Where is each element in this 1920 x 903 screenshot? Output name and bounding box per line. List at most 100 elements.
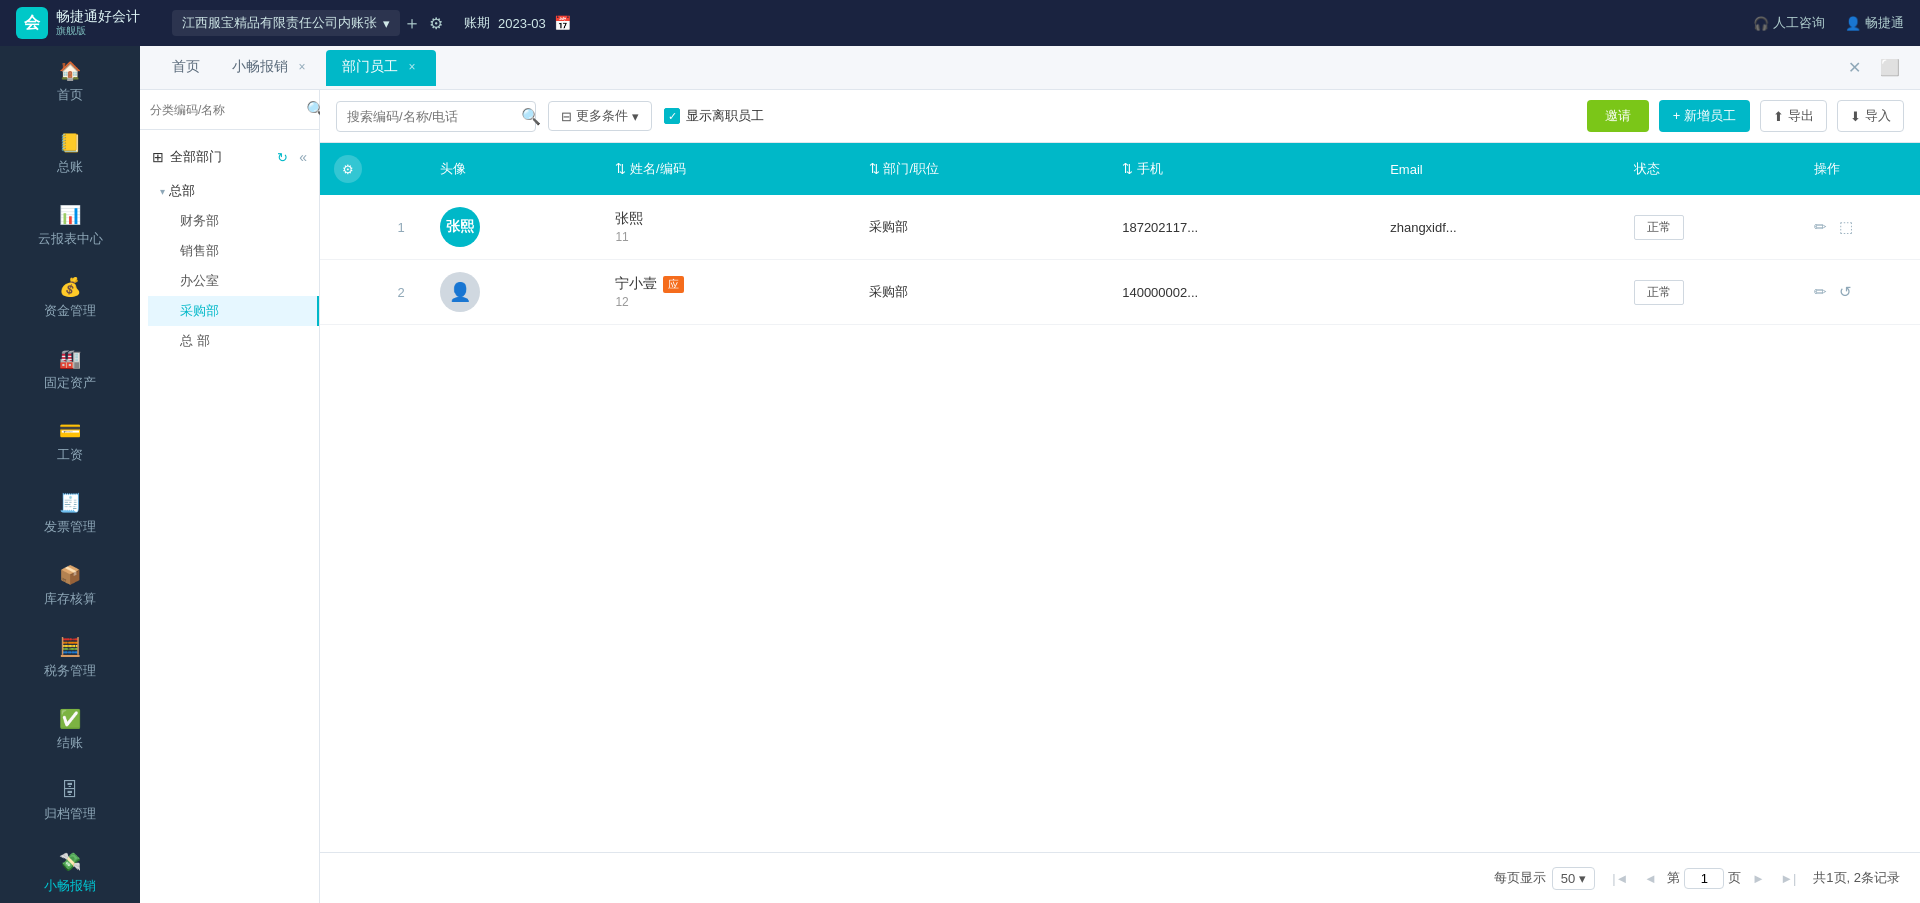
sidebar-item-expense[interactable]: 💸 小畅报销 [0, 837, 140, 903]
more-filter-button[interactable]: ⊟ 更多条件 ▾ [548, 101, 652, 131]
row2-name-cell: 宁小壹 应 12 [601, 260, 854, 325]
tab-employees-close[interactable]: × [404, 59, 420, 75]
table-settings-button[interactable]: ⚙ [334, 155, 362, 183]
dept-child-general[interactable]: 总 部 [148, 326, 319, 356]
row1-actions-cell: ✏ ⬚ [1800, 195, 1920, 260]
dept-child-finance[interactable]: 财务部 [148, 206, 319, 236]
table-header-row: ⚙ 头像 ⇅ 姓名/编码 [320, 143, 1920, 195]
dept-child-office[interactable]: 办公室 [148, 266, 319, 296]
show-resign-checkbox[interactable]: ✓ 显示离职员工 [664, 107, 764, 125]
company-name: 江西服宝精品有限责任公司内账张 [182, 14, 377, 32]
sidebar-item-cloud[interactable]: 📊 云报表中心 [0, 190, 140, 262]
sidebar-item-home[interactable]: 🏠 首页 [0, 46, 140, 118]
dept-sales-label: 销售部 [180, 243, 219, 258]
export-button[interactable]: ⬆ 导出 [1760, 100, 1827, 132]
dept-office-label: 办公室 [180, 273, 219, 288]
row1-logout-icon[interactable]: ⬚ [1839, 218, 1853, 236]
window-close-button[interactable]: ✕ [1840, 54, 1868, 82]
sidebar-item-salary[interactable]: 💳 工资 [0, 406, 140, 478]
dept-tree: ⊞ 全部部门 ↻ « ▾ 总部 财务部 [140, 130, 319, 903]
sidebar-item-assets[interactable]: 🏭 固定资产 [0, 334, 140, 406]
sidebar-salary-label: 工资 [57, 446, 83, 464]
inventory-icon: 📦 [59, 564, 81, 586]
table-name-col[interactable]: ⇅ 姓名/编码 [601, 143, 854, 195]
period-value: 2023-03 [498, 16, 546, 31]
sidebar-item-inventory[interactable]: 📦 库存核算 [0, 550, 140, 622]
page-size-value: 50 [1561, 871, 1575, 886]
tab-expense-close[interactable]: × [294, 59, 310, 75]
sidebar-checkout-label: 结账 [57, 734, 83, 752]
table-dept-col[interactable]: ⇅ 部门/职位 [855, 143, 1108, 195]
invoice-icon: 🧾 [59, 492, 81, 514]
tab-employees[interactable]: 部门员工 × [326, 50, 436, 86]
first-page-button[interactable]: |◄ [1607, 865, 1633, 891]
ai-consult-label: 人工咨询 [1773, 14, 1825, 32]
sidebar-item-tax[interactable]: 🧮 税务管理 [0, 622, 140, 694]
sidebar-item-checkout[interactable]: ✅ 结账 [0, 694, 140, 766]
archive-icon: 🗄 [61, 780, 79, 801]
table-mobile-col[interactable]: ⇅ 手机 [1108, 143, 1376, 195]
checkout-icon: ✅ [59, 708, 81, 730]
add-tab-button[interactable]: ＋ [400, 11, 424, 35]
per-page-label: 每页显示 [1494, 869, 1546, 887]
avatar-col-label: 头像 [440, 161, 466, 176]
home-icon: 🏠 [59, 60, 81, 82]
calendar-icon[interactable]: 📅 [554, 15, 571, 31]
dept-all-label: 全部部门 [170, 148, 265, 166]
dept-all-row[interactable]: ⊞ 全部部门 ↻ « [140, 138, 319, 176]
row2-dept: 采购部 [869, 284, 908, 299]
dept-finance-label: 财务部 [180, 213, 219, 228]
row1-avatar-cell: 张熙 [426, 195, 601, 260]
tab-home[interactable]: 首页 [156, 50, 216, 86]
row1-avatar: 张熙 [440, 207, 480, 247]
ai-consult-button[interactable]: 🎧 人工咨询 [1753, 14, 1825, 32]
sidebar-item-ledger[interactable]: 📒 总账 [0, 118, 140, 190]
user-profile-button[interactable]: 👤 畅捷通 [1845, 14, 1904, 32]
row1-mobile-cell: 187202117... [1108, 195, 1376, 260]
export-label: 导出 [1788, 107, 1814, 125]
dept-search-input[interactable] [150, 103, 300, 117]
employee-search-input[interactable] [347, 109, 515, 124]
table-status-col: 状态 [1620, 143, 1800, 195]
page-size-dropdown[interactable]: 50 ▾ [1552, 867, 1595, 890]
import-button[interactable]: ⬇ 导入 [1837, 100, 1904, 132]
row1-edit-icon[interactable]: ✏ [1814, 218, 1827, 236]
row2-delete-icon[interactable]: ↺ [1839, 283, 1852, 301]
dept-refresh-button[interactable]: ↻ [271, 146, 293, 168]
dept-child-sales[interactable]: 销售部 [148, 236, 319, 266]
next-page-button[interactable]: ► [1745, 865, 1771, 891]
row2-edit-icon[interactable]: ✏ [1814, 283, 1827, 301]
header-settings-button[interactable]: ⚙ [424, 11, 448, 35]
dept-sort-icon: ⇅ [869, 161, 880, 176]
sidebar-item-archive[interactable]: 🗄 归档管理 [0, 766, 140, 837]
dept-search-area: 🔍 [140, 90, 319, 130]
toolbar: 🔍 ⊟ 更多条件 ▾ ✓ 显示离职员工 邀请 [320, 90, 1920, 143]
sidebar-item-invoice[interactable]: 🧾 发票管理 [0, 478, 140, 550]
dept-child-purchasing[interactable]: 采购部 [148, 296, 319, 326]
search-icon[interactable]: 🔍 [521, 107, 541, 126]
period-label: 账期 [464, 14, 490, 32]
dept-group-zongbu[interactable]: ▾ 总部 [148, 176, 319, 206]
row1-code: 11 [615, 230, 840, 244]
page-number-input[interactable] [1684, 868, 1724, 889]
tab-expense-label: 小畅报销 [232, 58, 288, 76]
sidebar-item-funds[interactable]: 💰 资金管理 [0, 262, 140, 334]
sidebar-assets-label: 固定资产 [44, 374, 96, 392]
row2-action-icons: ✏ ↺ [1814, 283, 1906, 301]
dept-general-label: 总 部 [180, 333, 210, 348]
tab-expense[interactable]: 小畅报销 × [216, 50, 326, 86]
row1-name-code: 张熙 11 [615, 210, 840, 244]
company-selector[interactable]: 江西服宝精品有限责任公司内账张 ▾ [172, 10, 400, 36]
period-section: 账期 2023-03 📅 [464, 14, 571, 32]
window-maximize-button[interactable]: ⬜ [1876, 54, 1904, 82]
dept-collapse-button[interactable]: « [299, 149, 307, 165]
add-employee-button[interactable]: + 新增员工 [1659, 100, 1750, 132]
name-col-label: 姓名/编码 [630, 161, 686, 176]
tab-bar: 首页 小畅报销 × 部门员工 × ✕ ⬜ [140, 46, 1920, 90]
prev-page-button[interactable]: ◄ [1637, 865, 1663, 891]
last-page-button[interactable]: ►| [1775, 865, 1801, 891]
invite-button[interactable]: 邀请 [1587, 100, 1649, 132]
dept-col-label: 部门/职位 [883, 161, 939, 176]
tab-employees-label: 部门员工 [342, 58, 398, 76]
page-body: 🔍 ⊞ 全部部门 ↻ « ▾ 总部 [140, 90, 1920, 903]
